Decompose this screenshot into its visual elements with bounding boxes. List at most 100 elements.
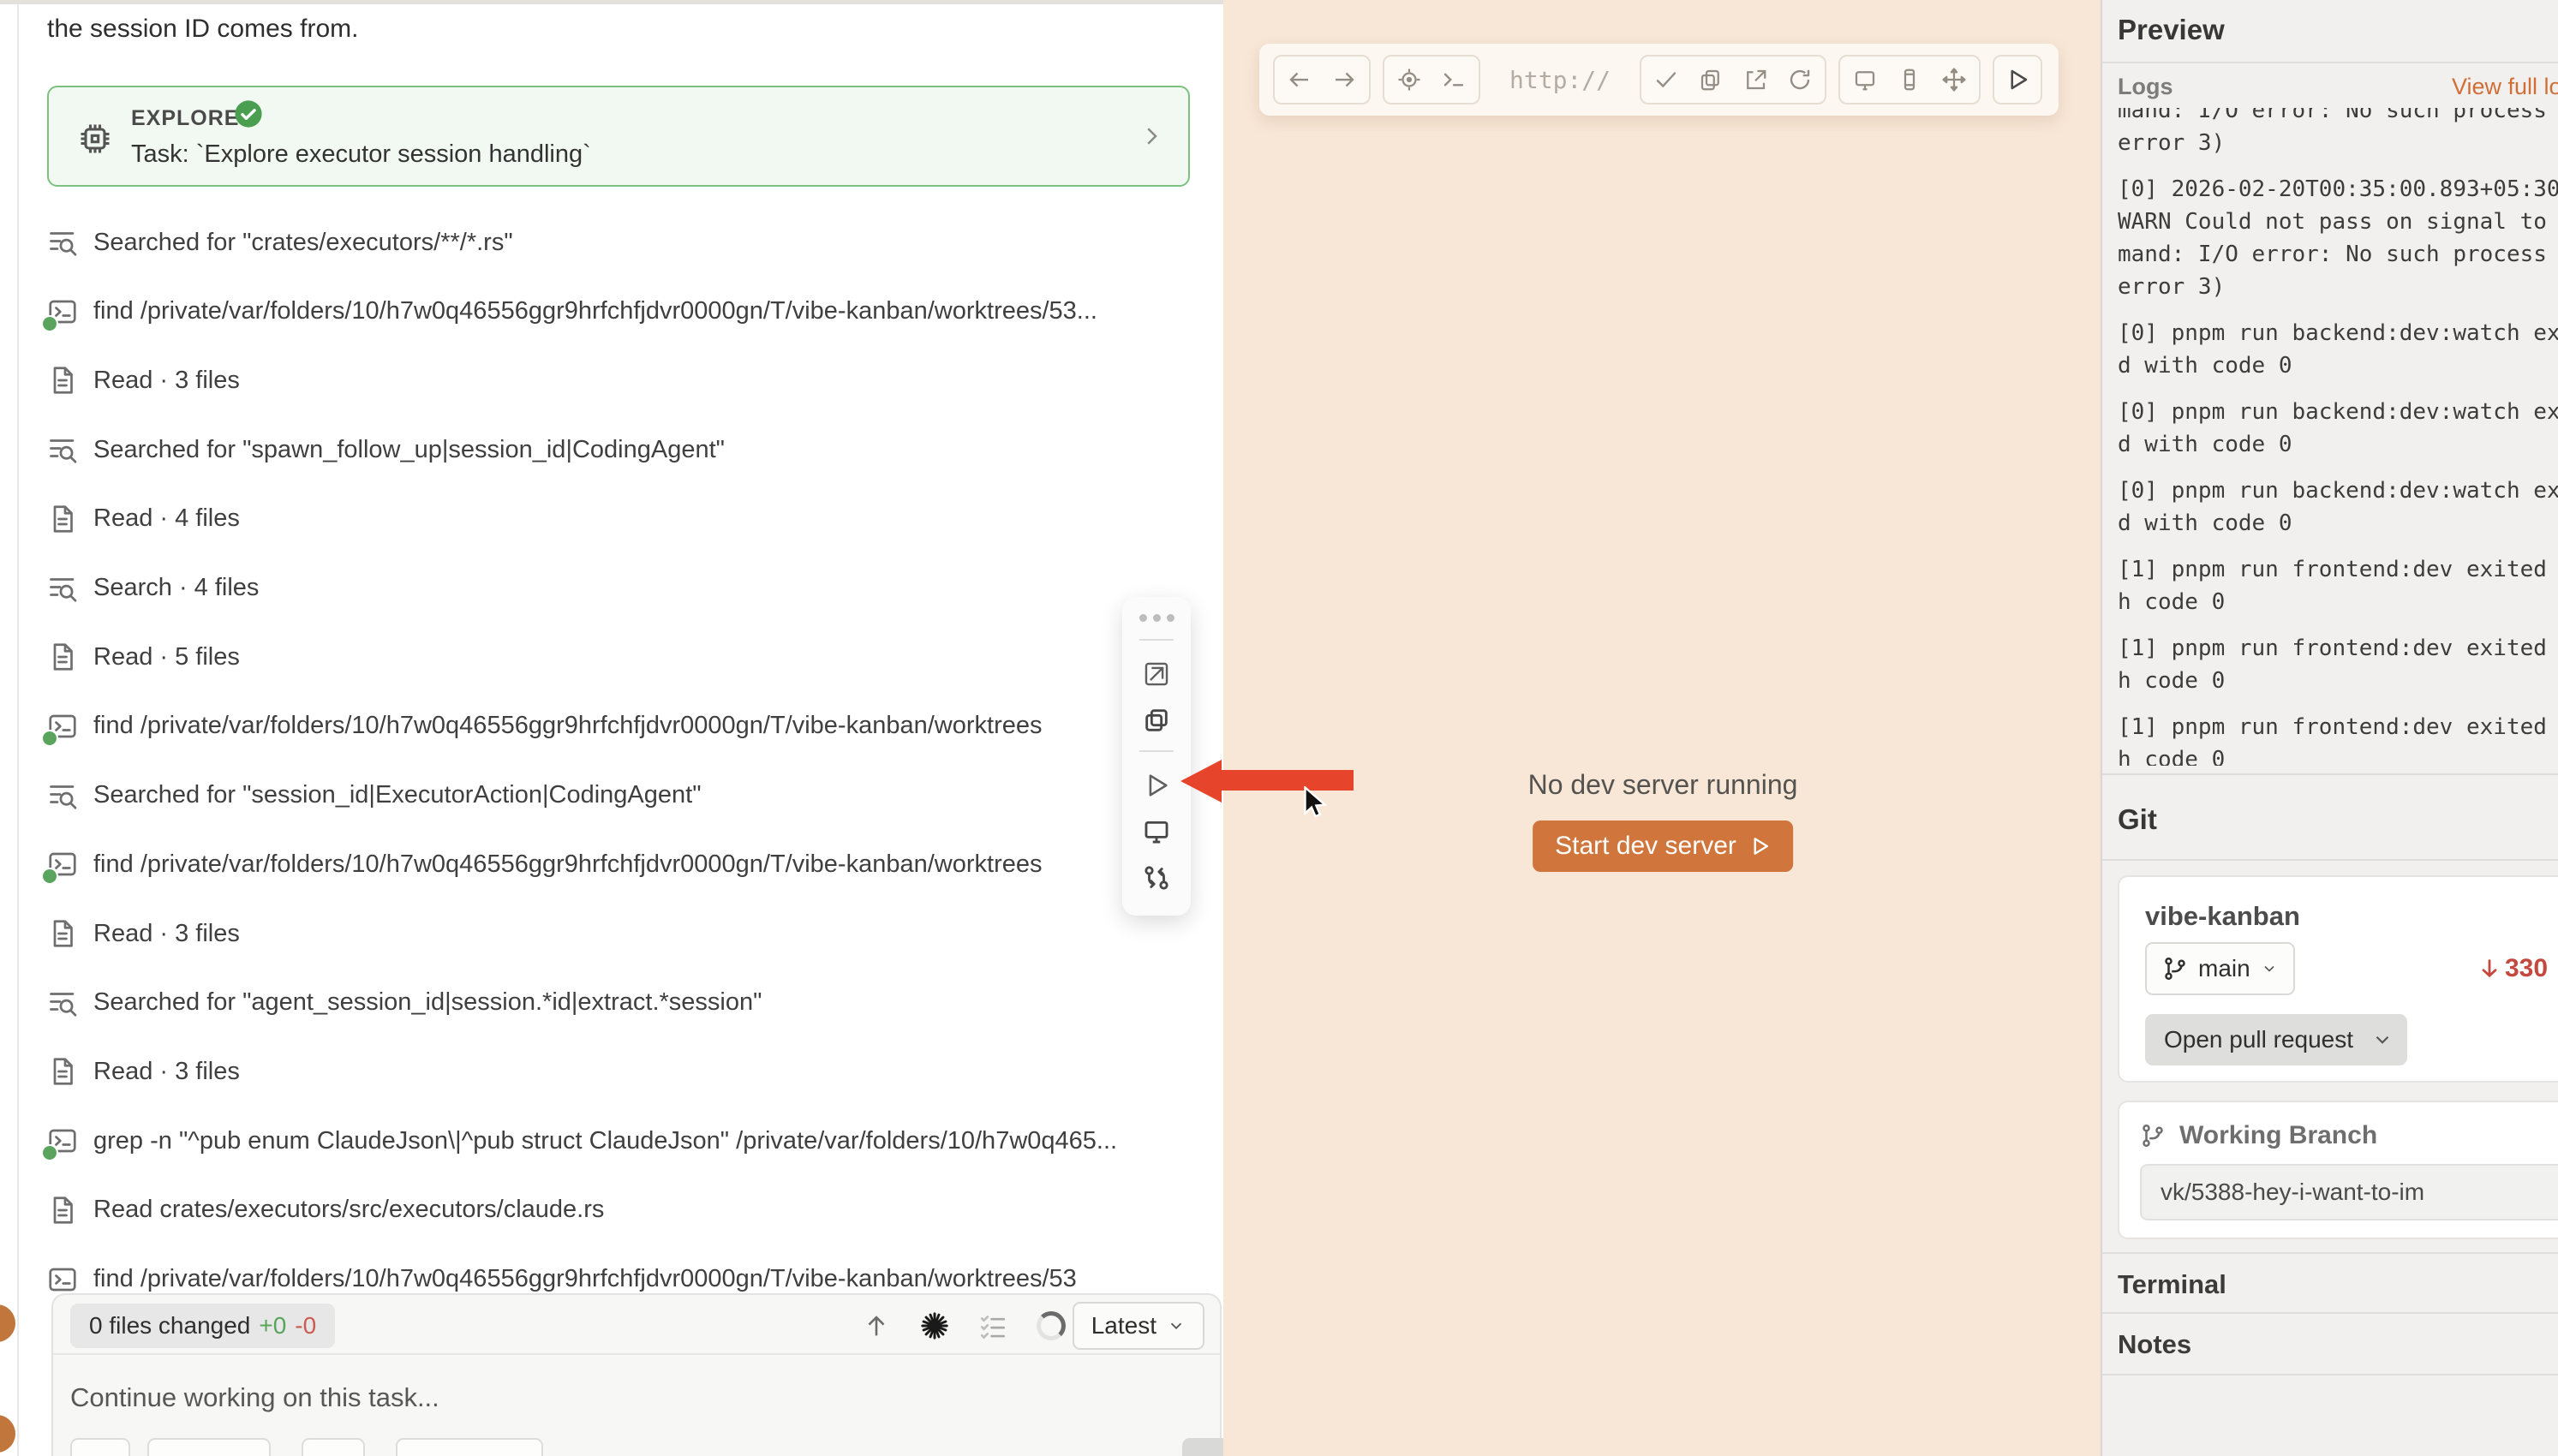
version-label: Latest [1091,1312,1156,1339]
repo-name: vibe-kanban [2145,901,2300,931]
loading-spinner [1037,1311,1066,1340]
view-full-logs-link[interactable]: View full logs [2452,74,2558,100]
search-icon [47,988,78,1018]
notes-section-header[interactable]: Notes [2118,1329,2191,1360]
start-dev-server-button[interactable]: Start dev server [1533,820,1793,872]
nav-button-group [1273,55,1371,104]
timeline-item-text: Read · 4 files [93,504,240,533]
mobile-icon[interactable] [1897,67,1922,92]
desktop-icon[interactable] [1852,67,1878,92]
terminal-section-header[interactable]: Terminal [2118,1269,2226,1300]
explore-task-card[interactable]: EXPLORE Task: `Explore executor session … [47,86,1190,187]
timeline-item[interactable]: find /private/var/folders/10/h7w0q46556g… [41,838,1042,890]
composer-action-button[interactable] [147,1438,271,1456]
forward-icon[interactable] [1331,67,1357,92]
timeline-item[interactable]: Read · 4 files [47,493,240,545]
floating-tool-palette[interactable] [1122,597,1191,916]
screenshot-diff-icon[interactable] [1142,659,1171,689]
console-icon[interactable] [1441,67,1467,92]
timeline-item-text: Read · 5 files [93,642,240,671]
checklist-icon[interactable] [978,1311,1007,1340]
play-icon[interactable] [2005,67,2030,92]
git-compare-icon[interactable] [1142,863,1171,892]
divider [2102,1252,2558,1254]
logs-output[interactable]: mand: I/O error: No such process error 3)… [2118,108,2558,766]
composer-action-button[interactable] [302,1438,365,1456]
timeline-item[interactable]: Searched for "spawn_follow_up|session_id… [47,424,725,475]
log-line: d with code 0 [2118,510,2292,536]
browser-toolbar: http:// [1259,44,2059,116]
left-edge-orange-button[interactable] [0,1415,15,1453]
timeline-item[interactable]: Searched for "agent_session_id|session.*… [47,977,762,1029]
url-field[interactable]: http:// [1509,66,1611,94]
timeline-item[interactable]: find /private/var/folders/10/h7w0q46556g… [41,701,1043,752]
success-dot [41,1144,58,1162]
preview-section-title: Preview [2118,14,2225,45]
assistant-message-text: the session ID comes from. [47,15,359,43]
burst-asterisk-icon[interactable] [920,1311,949,1340]
preview-viewport: http:// No dev server running Start dev … [1223,0,2102,1456]
timeline-item[interactable]: Read · 5 files [47,631,240,683]
files-changed-badge[interactable]: 0 files changed +0 -0 [70,1304,336,1348]
dev-server-empty-state: No dev server running [1527,769,1798,800]
git-repo-card: vibe-kanban main 330 Open pull request [2118,875,2558,1083]
timeline-item[interactable]: Searched for "session_id|ExecutorAction|… [47,770,702,821]
timeline-item[interactable]: Read · 3 files [47,1046,240,1097]
open-pr-label: Open pull request [2164,1026,2354,1053]
log-line: error 3) [2118,274,2226,300]
left-edge-orange-button[interactable] [0,1304,15,1342]
timeline-item[interactable]: Read · 3 files [47,355,240,406]
divider [2102,859,2558,861]
timeline-item-text: find /private/var/folders/10/h7w0q46556g… [93,712,1043,740]
timeline-item[interactable]: find /private/var/folders/10/h7w0q46556g… [41,286,1097,337]
play-icon[interactable] [1142,771,1171,800]
copy-stack-icon[interactable] [1142,706,1171,735]
version-dropdown[interactable]: Latest [1072,1302,1204,1350]
chevron-down-icon [2264,965,2274,972]
divider [2102,1312,2558,1314]
log-line: [0] pnpm run backend:dev:watch ex [2118,320,2558,346]
divider [2102,62,2558,63]
open-external-icon[interactable] [1742,67,1768,92]
scroll-to-top-icon[interactable] [862,1311,891,1340]
success-dot [41,314,58,332]
copy-icon[interactable] [1698,67,1724,92]
base-branch-dropdown[interactable]: main [2145,942,2295,995]
monitor-icon[interactable] [1142,817,1171,846]
move-icon[interactable] [1941,67,1967,92]
divider [2102,773,2558,775]
git-branch-icon [2143,1124,2163,1148]
open-pull-request-button[interactable]: Open pull request [2145,1014,2373,1065]
search-icon [47,780,78,811]
inspect-button-group [1383,55,1480,104]
log-line: [0] 2026-02-20T00:35:00.893+05:30 [2118,176,2558,202]
log-line: d with code 0 [2118,432,2292,457]
target-icon[interactable] [1396,67,1422,92]
divider [2102,1374,2558,1375]
composer-action-button[interactable] [70,1438,130,1456]
check-icon[interactable] [1653,67,1679,92]
log-line: h code 0 [2118,747,2226,766]
timeline-item[interactable]: grep -n "^pub enum ClaudeJson\|^pub stru… [41,1115,1117,1167]
start-dev-server-label: Start dev server [1555,832,1736,860]
back-icon[interactable] [1287,67,1312,92]
composer-action-button[interactable] [396,1438,543,1456]
working-branch-title: Working Branch [2179,1121,2378,1149]
refresh-icon[interactable] [1787,67,1813,92]
page-actions-group [1640,55,1827,104]
search-icon [47,227,78,258]
device-toggle-group [1838,55,1981,104]
timeline-item[interactable]: Search · 4 files [47,563,259,614]
message-input[interactable]: Continue working on this task... [70,1382,439,1413]
timeline-item[interactable]: Searched for "crates/executors/**/*.rs" [47,217,513,268]
timeline-item[interactable]: Read · 3 files [47,908,240,959]
drag-handle-icon[interactable] [1139,614,1174,622]
working-branch-value[interactable]: vk/5388-hey-i-want-to-im [2140,1164,2558,1220]
pr-options-dropdown[interactable] [2358,1014,2407,1065]
search-icon [47,573,78,604]
files-changed-text: 0 files changed [89,1312,251,1339]
explore-task-text: Task: `Explore executor session handling… [131,140,591,168]
log-line: error 3) [2118,130,2226,156]
timeline-item[interactable]: Read crates/executors/src/executors/clau… [47,1184,604,1236]
file-icon [47,1056,78,1087]
